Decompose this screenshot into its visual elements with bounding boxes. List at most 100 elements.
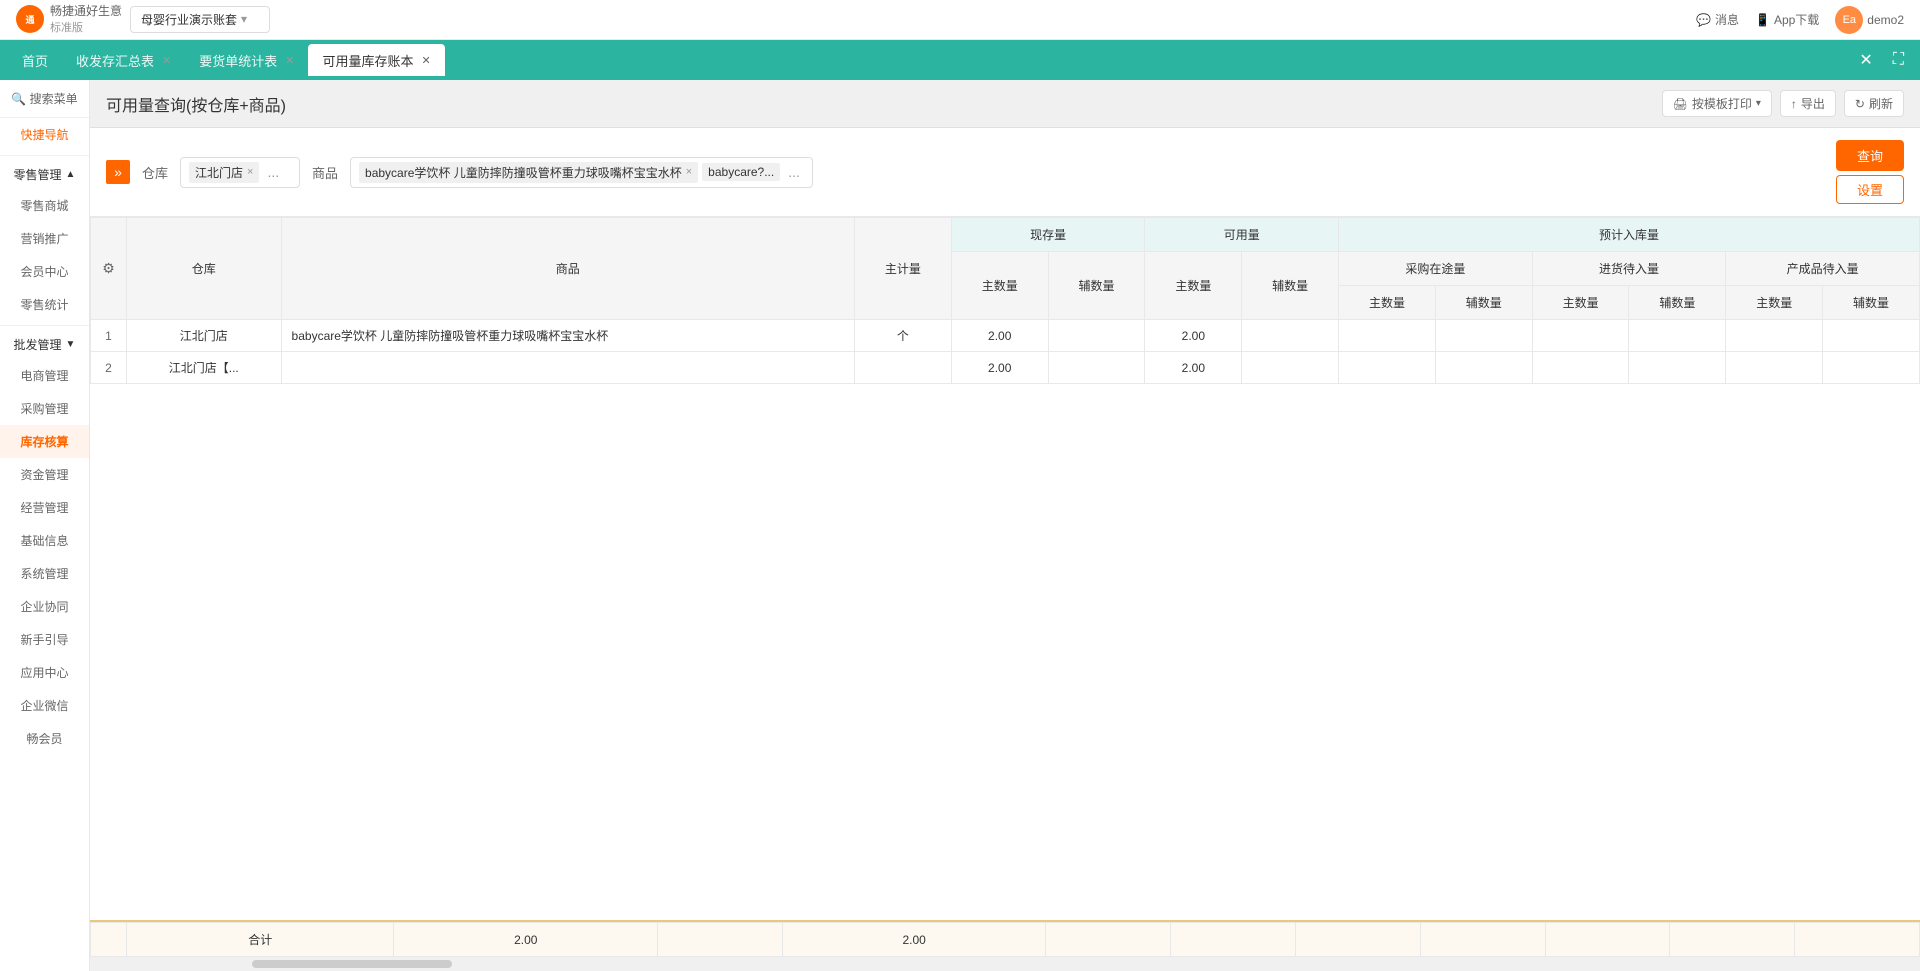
row-2-purchase-aux-qty — [1435, 352, 1532, 384]
footer-purchase-main-qty — [1171, 923, 1296, 957]
product-input[interactable]: babycare学饮杯 儿童防摔防撞吸管杯重力球吸嘴杯宝宝水杯 × babyca… — [350, 157, 813, 188]
page-header: 可用量查询(按仓库+商品) 🖨 按模板打印 ▾ ↑ 导出 ↻ 刷新 — [90, 80, 1920, 128]
tab-order-stats[interactable]: 要货单统计表 ✕ — [185, 44, 308, 76]
settings-button[interactable]: 设置 — [1836, 175, 1904, 204]
message-button[interactable]: 💬 消息 — [1696, 11, 1739, 28]
sidebar-item-inventory[interactable]: 库存核算 — [0, 425, 89, 458]
refresh-icon: ↻ — [1855, 97, 1865, 111]
col-purchase-aux-qty-header: 辅数量 — [1435, 286, 1532, 320]
footer-available-aux-qty — [1046, 923, 1171, 957]
product-more-dots[interactable]: ... — [784, 164, 804, 180]
col-purchase-main-qty-header: 主数量 — [1339, 286, 1436, 320]
app-download-button[interactable]: 📱 App下载 — [1755, 11, 1819, 28]
row-2-warehouse: 江北门店【... — [127, 352, 282, 384]
sidebar-item-retail-mall[interactable]: 零售商城 — [0, 189, 89, 222]
product-tag-1: babycare学饮杯 儿童防摔防撞吸管杯重力球吸嘴杯宝宝水杯 × — [359, 162, 698, 183]
footer-pending-aux-qty — [1545, 923, 1670, 957]
svg-text:通: 通 — [25, 14, 34, 25]
sidebar-item-wholesale-mgmt[interactable]: 批发管理 ▼ — [0, 330, 89, 359]
user-menu[interactable]: Ea demo2 — [1835, 6, 1904, 34]
row-2-available-main-qty: 2.00 — [1145, 352, 1242, 384]
row-1-main-unit: 个 — [854, 320, 951, 352]
sidebar-item-purchase-mgmt[interactable]: 采购管理 — [0, 392, 89, 425]
close-all-tabs-button[interactable]: ✕ — [1851, 46, 1880, 74]
col-warehouse-header: 仓库 — [127, 218, 282, 320]
footer-row: 合计 2.00 2.00 — [91, 923, 1920, 957]
expand-tabs-button[interactable]: ⛶ — [1885, 47, 1912, 73]
refresh-button[interactable]: ↻ 刷新 — [1844, 90, 1904, 117]
row-1-finished-aux-qty — [1823, 320, 1920, 352]
filter-row: 仓库 江北门店 × ... 商品 babycare学饮杯 儿童防摔防撞吸管杯重力… — [142, 157, 1824, 188]
filter-toggle-button[interactable]: » — [106, 160, 130, 184]
sidebar-item-finance[interactable]: 资金管理 — [0, 458, 89, 491]
col-finished-aux-qty-header: 辅数量 — [1823, 286, 1920, 320]
sidebar-item-basic-info[interactable]: 基础信息 — [0, 524, 89, 557]
sidebar-item-enterprise-wechat[interactable]: 企业微信 — [0, 689, 89, 722]
sidebar-item-app-center[interactable]: 应用中心 — [0, 656, 89, 689]
row-2-stock-main-qty: 2.00 — [951, 352, 1048, 384]
row-2-stock-aux-qty — [1048, 352, 1145, 384]
col-pending-main-qty-header: 主数量 — [1532, 286, 1629, 320]
warehouse-input[interactable]: 江北门店 × ... — [180, 157, 300, 188]
chevron-down-icon: ▾ — [1756, 98, 1761, 109]
col-pending-inbound-header: 进货待入量 — [1532, 252, 1726, 286]
row-1-stock-aux-qty — [1048, 320, 1145, 352]
sidebar-item-ecommerce[interactable]: 电商管理 — [0, 359, 89, 392]
footer-stock-main-qty: 2.00 — [394, 923, 658, 957]
tab-receive-summary-label: 收发存汇总表 — [76, 51, 154, 70]
top-bar-left: 通 畅捷通好生意 标准版 母婴行业演示账套 ▾ — [16, 4, 270, 34]
row-1-stock-main-qty: 2.00 — [951, 320, 1048, 352]
logo-subtitle-text: 标准版 — [50, 19, 122, 35]
row-2-purchase-main-qty — [1339, 352, 1436, 384]
warehouse-tag-remove[interactable]: × — [247, 166, 253, 178]
tab-home[interactable]: 首页 — [8, 44, 62, 76]
col-product-header: 商品 — [281, 218, 854, 320]
warehouse-more-dots[interactable]: ... — [263, 164, 283, 180]
col-stock-aux-qty-header: 辅数量 — [1048, 252, 1145, 320]
footer-available-main-qty: 2.00 — [782, 923, 1046, 957]
sidebar-item-retail-mgmt[interactable]: 零售管理 ▲ — [0, 160, 89, 189]
sidebar-item-enterprise-collab[interactable]: 企业协同 — [0, 590, 89, 623]
industry-selector[interactable]: 母婴行业演示账套 ▾ — [130, 6, 270, 33]
footer-empty-1 — [91, 923, 127, 957]
sidebar-item-member-center[interactable]: 会员中心 — [0, 255, 89, 288]
nav-tabs-bar: 首页 收发存汇总表 ✕ 要货单统计表 ✕ 可用量库存账本 ✕ ✕ ⛶ — [0, 40, 1920, 80]
sidebar-item-marketing[interactable]: 营销推广 — [0, 222, 89, 255]
col-settings-header: ⚙ — [91, 218, 127, 320]
export-button[interactable]: ↑ 导出 — [1780, 90, 1836, 117]
product-tag-1-remove[interactable]: × — [686, 166, 692, 178]
table-row: 1 江北门店 babycare学饮杯 儿童防摔防撞吸管杯重力球吸嘴杯宝宝水杯 个… — [91, 320, 1920, 352]
sidebar-item-member[interactable]: 畅会员 — [0, 722, 89, 755]
print-button[interactable]: 🖨 按模板打印 ▾ — [1662, 90, 1772, 117]
sidebar-item-new-guide[interactable]: 新手引导 — [0, 623, 89, 656]
row-2-available-aux-qty — [1242, 352, 1339, 384]
sidebar-item-retail-stats[interactable]: 零售统计 — [0, 288, 89, 321]
query-button[interactable]: 查询 — [1836, 140, 1904, 171]
table-settings-icon[interactable]: ⚙ — [102, 260, 115, 276]
sidebar: 🔍 搜索菜单 快捷导航 零售管理 ▲ 零售商城 营销推广 会员中心 零售统计 批… — [0, 80, 90, 971]
sidebar-divider-1 — [0, 155, 89, 156]
tab-receive-summary[interactable]: 收发存汇总表 ✕ — [62, 44, 185, 76]
horizontal-scrollbar[interactable] — [90, 957, 1920, 971]
row-2-pending-aux-qty — [1629, 352, 1726, 384]
footer-finished-main-qty — [1670, 923, 1795, 957]
product-tag-2: babycare?... — [702, 163, 780, 181]
message-icon: 💬 — [1696, 13, 1711, 27]
product-label: 商品 — [312, 163, 338, 182]
table-area: ⚙ 仓库 商品 主计量 现存量 可用量 预计入库量 主数量 辅数量 — [90, 217, 1920, 920]
sidebar-item-quick-nav[interactable]: 快捷导航 — [0, 118, 89, 151]
logo-icon: 通 — [16, 5, 44, 33]
row-2-pending-main-qty — [1532, 352, 1629, 384]
tab-receive-summary-close[interactable]: ✕ — [162, 54, 171, 67]
tab-available-stock[interactable]: 可用量库存账本 ✕ — [308, 44, 444, 76]
scroll-thumb[interactable] — [252, 960, 452, 968]
footer-table: 合计 2.00 2.00 — [90, 922, 1920, 957]
sidebar-item-system-mgmt[interactable]: 系统管理 — [0, 557, 89, 590]
tab-order-stats-close[interactable]: ✕ — [285, 54, 294, 67]
tab-available-stock-close[interactable]: ✕ — [422, 54, 431, 67]
sidebar-item-operations[interactable]: 经营管理 — [0, 491, 89, 524]
sidebar-search[interactable]: 🔍 搜索菜单 — [0, 80, 89, 118]
filter-buttons: 查询 设置 — [1836, 140, 1904, 204]
page-title: 可用量查询(按仓库+商品) — [106, 92, 286, 116]
footer-label: 合计 — [127, 923, 394, 957]
